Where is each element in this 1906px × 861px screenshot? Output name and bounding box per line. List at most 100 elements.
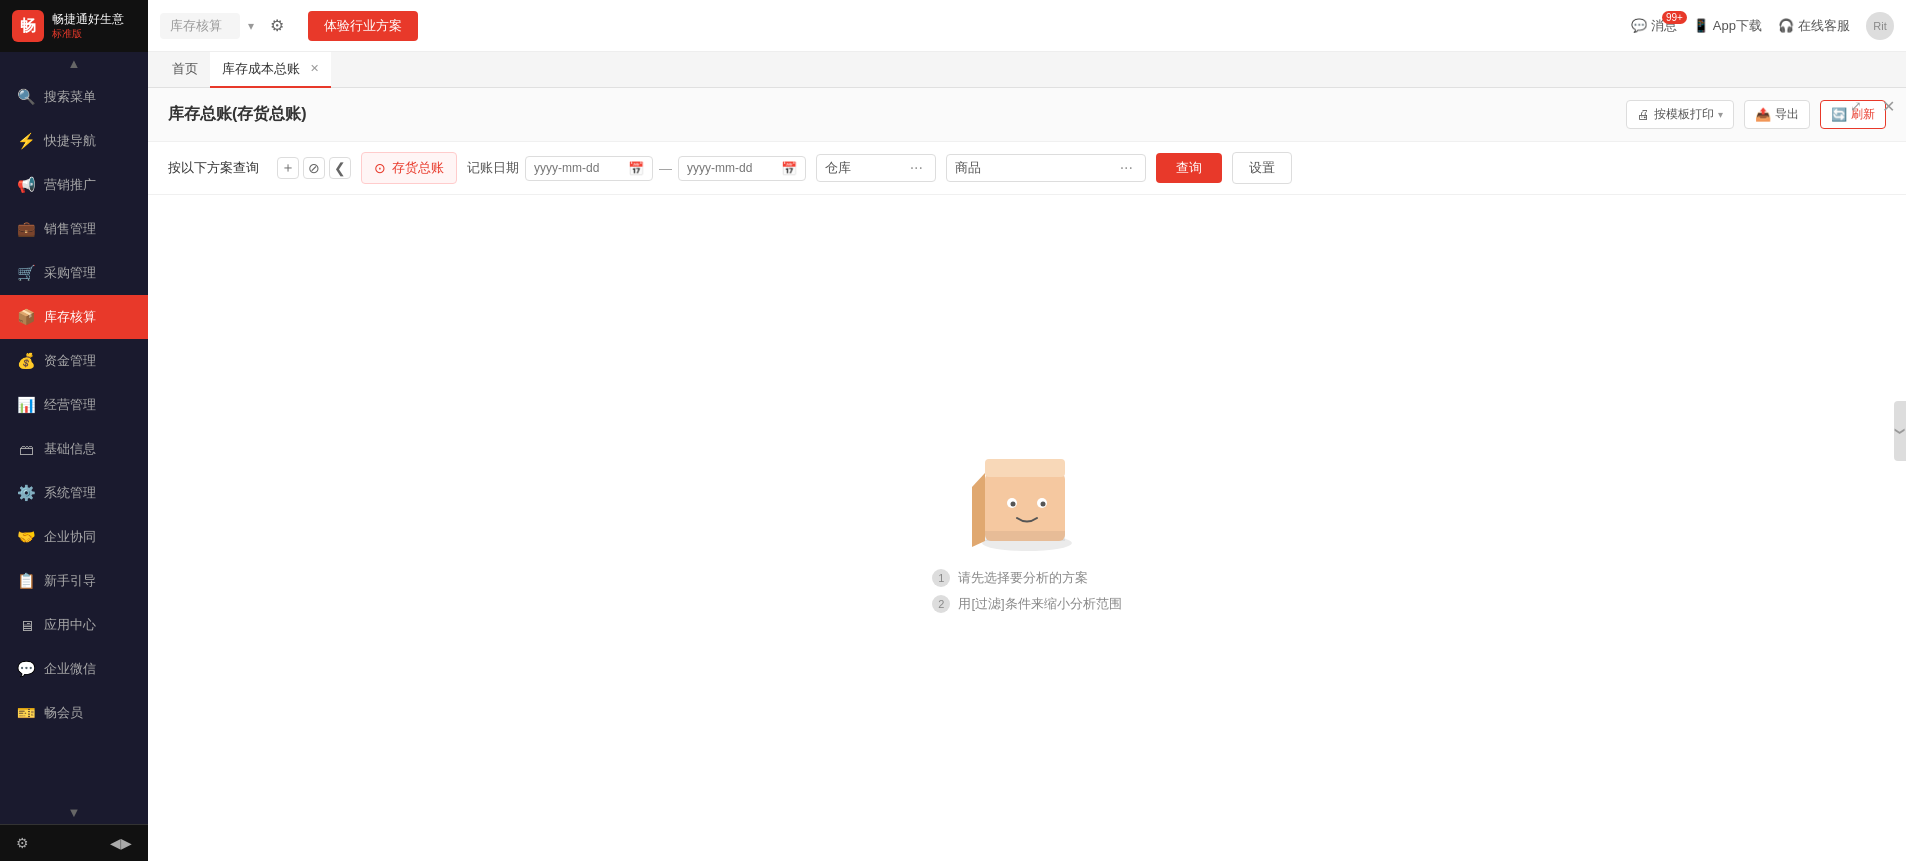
messages-icon: 💬 <box>1631 18 1647 33</box>
shortcut-icon: ⚡ <box>16 131 36 151</box>
scheme-name: 存货总账 <box>392 159 444 177</box>
user-avatar: Rit <box>1866 12 1894 40</box>
tip-num-2: 2 <box>932 595 950 613</box>
date-end-field[interactable] <box>687 161 777 175</box>
messages-badge: 99+ <box>1662 11 1687 24</box>
page-title: 库存总账(存货总账) <box>168 104 307 125</box>
goods-label: 商品 <box>955 159 981 177</box>
sidebar-item-basic[interactable]: 🗃 基础信息 <box>0 427 148 471</box>
export-btn[interactable]: 📤 导出 <box>1744 100 1810 129</box>
goods-more-btn[interactable]: ··· <box>1116 159 1137 177</box>
calendar-start-icon[interactable]: 📅 <box>628 161 644 176</box>
print-icon: 🖨 <box>1637 107 1650 122</box>
date-start-input[interactable]: 📅 <box>525 156 653 181</box>
sidebar-item-operation[interactable]: 📊 经营管理 <box>0 383 148 427</box>
breadcrumb: 库存核算 <box>160 13 240 39</box>
tab-close-btn[interactable]: ✕ <box>310 62 319 75</box>
tab-inventory-ledger[interactable]: 库存成本总账 ✕ <box>210 52 331 88</box>
newguide-icon: 📋 <box>16 571 36 591</box>
filter-collapse-btn[interactable]: ❮ <box>329 157 351 179</box>
filter-add-btn[interactable]: ＋ <box>277 157 299 179</box>
appcenter-icon: 🖥 <box>16 615 36 635</box>
scheme-icon: ⊙ <box>374 160 386 176</box>
trial-btn[interactable]: 体验行业方案 <box>308 11 418 41</box>
sidebar-item-finance[interactable]: 💰 资金管理 <box>0 339 148 383</box>
filter-actions: ＋ ⊘ ❮ <box>277 157 351 179</box>
main-content: 库存核算 ▾ ⚙ 体验行业方案 💬 消息 99+ 📱 App下载 🎧 在线客服 … <box>148 0 1906 861</box>
app-download-btn[interactable]: 📱 App下载 <box>1693 17 1762 35</box>
warehouse-filter[interactable]: 仓库 ··· <box>816 154 936 182</box>
sidebar-item-enterprise[interactable]: 🤝 企业协同 <box>0 515 148 559</box>
empty-illustration <box>967 443 1087 553</box>
sidebar-item-newguide[interactable]: 📋 新手引导 <box>0 559 148 603</box>
operation-icon: 📊 <box>16 395 36 415</box>
breadcrumb-area: 库存核算 ▾ ⚙ 体验行业方案 <box>160 11 1631 41</box>
empty-tip-1: 1 请先选择要分析的方案 <box>932 569 1121 587</box>
sidebar-item-shortcut[interactable]: ⚡ 快捷导航 <box>0 119 148 163</box>
online-service-btn[interactable]: 🎧 在线客服 <box>1778 17 1850 35</box>
side-collapse-btn[interactable]: ❯ <box>1894 401 1906 461</box>
user-profile-btn[interactable]: Rit <box>1866 12 1894 40</box>
tab-home[interactable]: 首页 <box>160 52 210 88</box>
date-separator: — <box>659 161 672 176</box>
right-panel-close-btn[interactable]: ✕ <box>1870 88 1906 124</box>
date-filter: 记账日期 📅 — 📅 <box>467 156 806 181</box>
marketing-icon: 📢 <box>16 175 36 195</box>
sidebar-item-search[interactable]: 🔍 搜索菜单 <box>0 75 148 119</box>
breadcrumb-arrow-icon: ▾ <box>248 19 254 33</box>
enterprise-icon: 🤝 <box>16 527 36 547</box>
purchase-icon: 🛒 <box>16 263 36 283</box>
sidebar-item-appcenter[interactable]: 🖥 应用中心 <box>0 603 148 647</box>
page-header: 库存总账(存货总账) 🖨 按模板打印 ▾ 📤 导出 🔄 刷新 ✕ ⤢ <box>148 88 1906 142</box>
right-panel-resize-btn[interactable]: ⤢ <box>1842 88 1870 124</box>
filter-clear-btn[interactable]: ⊘ <box>303 157 325 179</box>
settings-footer-btn[interactable]: ⚙ <box>16 835 29 851</box>
top-right-area: 💬 消息 99+ 📱 App下载 🎧 在线客服 Rit <box>1631 12 1894 40</box>
messages-btn[interactable]: 💬 消息 99+ <box>1631 17 1677 35</box>
date-label: 记账日期 <box>467 159 519 177</box>
empty-svg-illustration <box>967 443 1087 553</box>
tab-bar: 首页 库存成本总账 ✕ <box>148 52 1906 88</box>
query-btn[interactable]: 查询 <box>1156 153 1222 183</box>
headset-icon: 🎧 <box>1778 18 1794 33</box>
date-end-input[interactable]: 📅 <box>678 156 806 181</box>
svg-point-7 <box>1011 502 1016 507</box>
tip-num-1: 1 <box>932 569 950 587</box>
basic-icon: 🗃 <box>16 439 36 459</box>
sidebar-scroll-down[interactable]: ▼ <box>0 801 148 824</box>
sidebar-item-wecom[interactable]: 💬 企业微信 <box>0 647 148 691</box>
content-area: 库存总账(存货总账) 🖨 按模板打印 ▾ 📤 导出 🔄 刷新 ✕ ⤢ <box>148 88 1906 861</box>
finance-icon: 💰 <box>16 351 36 371</box>
header-settings-btn[interactable]: ⚙ <box>262 11 292 41</box>
empty-state: 1 请先选择要分析的方案 2 用[过滤]条件来缩小分析范围 <box>148 195 1906 861</box>
sidebar-item-inventory[interactable]: 📦 库存核算 <box>0 295 148 339</box>
print-btn[interactable]: 🖨 按模板打印 ▾ <box>1626 100 1734 129</box>
filter-bar-label: 按以下方案查询 <box>168 159 259 177</box>
sales-icon: 💼 <box>16 219 36 239</box>
sidebar-footer: ⚙ ◀▶ <box>0 824 148 861</box>
collapse-footer-btn[interactable]: ◀▶ <box>110 835 132 851</box>
calendar-end-icon[interactable]: 📅 <box>781 161 797 176</box>
goods-filter[interactable]: 商品 ··· <box>946 154 1146 182</box>
sidebar-item-sales[interactable]: 💼 销售管理 <box>0 207 148 251</box>
sidebar-item-system[interactable]: ⚙️ 系统管理 <box>0 471 148 515</box>
warehouse-more-btn[interactable]: ··· <box>906 159 927 177</box>
inventory-icon: 📦 <box>16 307 36 327</box>
app-logo: 畅 畅捷通好生意 标准版 <box>0 0 148 52</box>
member-icon: 🎫 <box>16 703 36 723</box>
svg-rect-1 <box>985 473 1065 541</box>
svg-marker-3 <box>972 473 985 547</box>
filter-settings-btn[interactable]: 设置 <box>1232 152 1292 184</box>
sidebar-item-member[interactable]: 🎫 畅会员 <box>0 691 148 735</box>
date-start-field[interactable] <box>534 161 624 175</box>
scheme-filter[interactable]: ⊙ 存货总账 <box>361 152 457 184</box>
sidebar-scroll-up[interactable]: ▲ <box>0 52 148 75</box>
wecom-icon: 💬 <box>16 659 36 679</box>
logo-icon: 畅 <box>12 10 44 42</box>
sidebar-item-purchase[interactable]: 🛒 采购管理 <box>0 251 148 295</box>
sidebar-item-marketing[interactable]: 📢 营销推广 <box>0 163 148 207</box>
warehouse-label: 仓库 <box>825 159 851 177</box>
side-collapse-icon: ❯ <box>1895 427 1906 435</box>
logo-text: 畅捷通好生意 标准版 <box>52 11 124 42</box>
phone-icon: 📱 <box>1693 18 1709 33</box>
